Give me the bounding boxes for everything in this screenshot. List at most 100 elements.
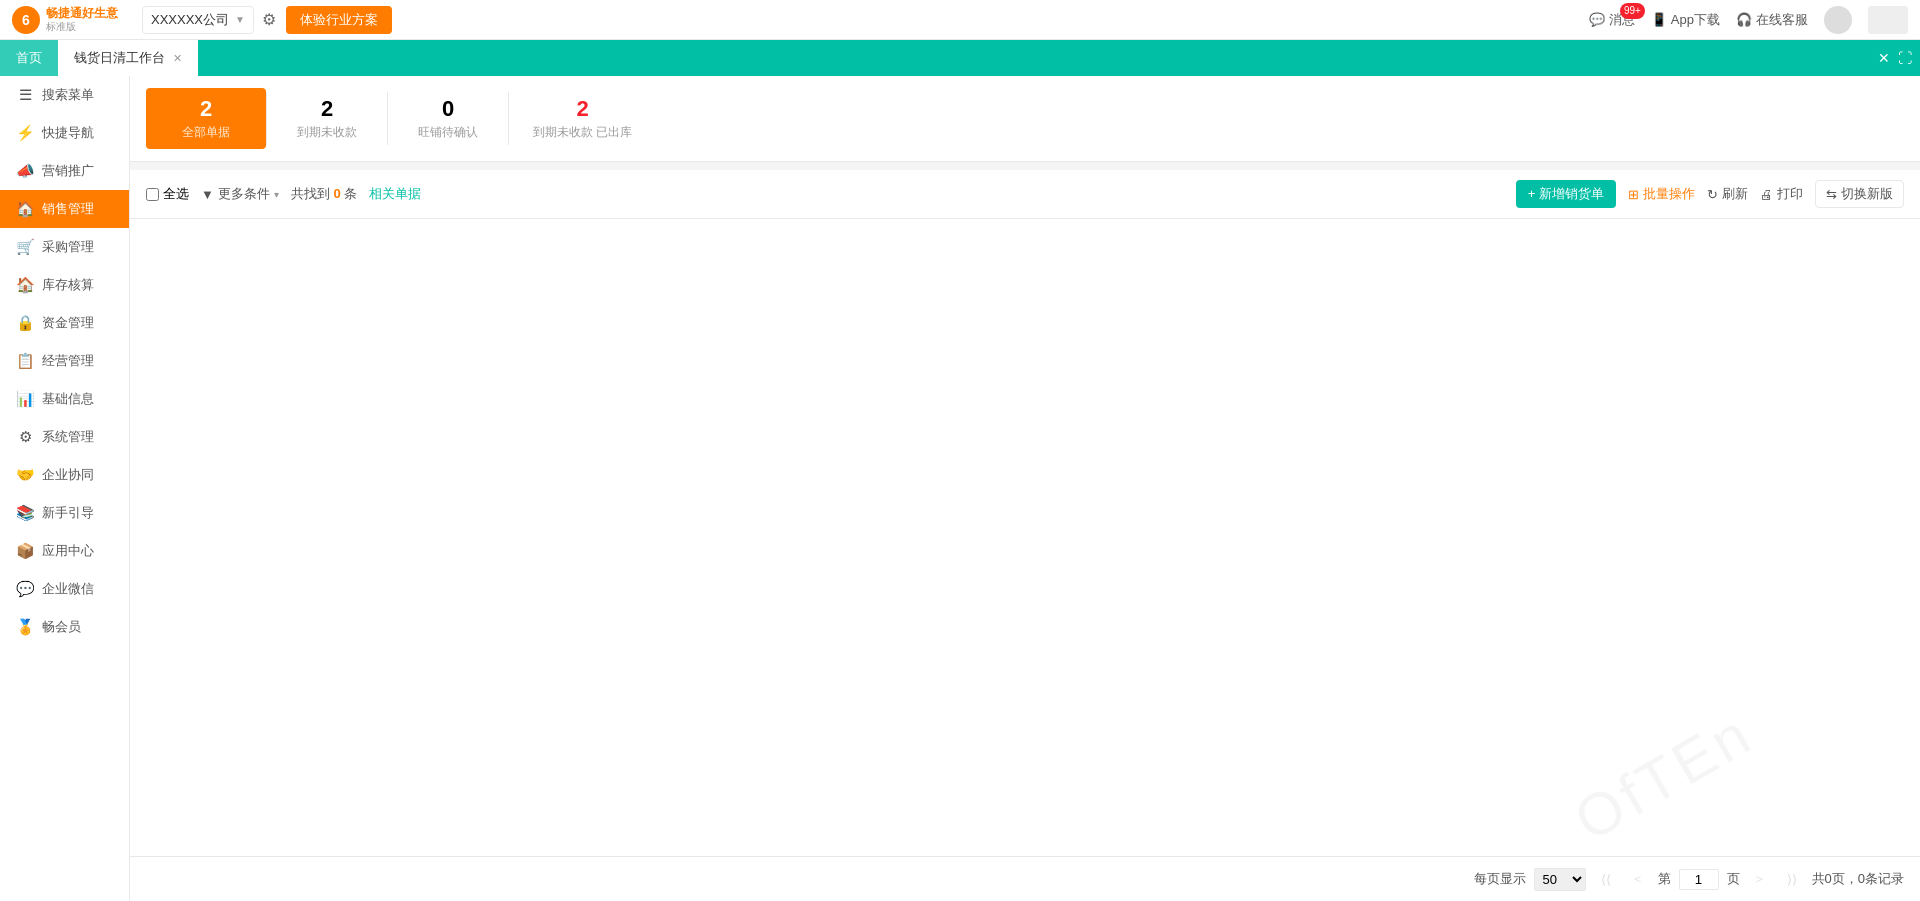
- user-menu[interactable]: [1868, 6, 1908, 34]
- inventory-icon: 🏠: [16, 276, 34, 294]
- company-selector[interactable]: XXXXXX公司 ▼: [142, 6, 254, 34]
- message-item[interactable]: 💬 消息 99+: [1589, 11, 1635, 29]
- stat-num-all: 2: [170, 96, 242, 122]
- member-icon: 🏅: [16, 618, 34, 636]
- stat-card-overdue[interactable]: 2 到期未收款: [267, 88, 387, 149]
- stat-card-all[interactable]: 2 全部单据: [146, 88, 266, 149]
- print-button[interactable]: 🖨 打印: [1760, 185, 1803, 203]
- next-page-button[interactable]: ＞: [1748, 867, 1772, 891]
- stat-label-shipped: 到期未收款 已出库: [533, 124, 632, 141]
- company-dropdown-arrow: ▼: [235, 14, 245, 25]
- sidebar-item-label-app-center: 应用中心: [42, 542, 94, 560]
- select-all-label[interactable]: 全选: [146, 185, 189, 203]
- cooperation-icon: 🤝: [16, 466, 34, 484]
- refresh-label: 刷新: [1722, 185, 1748, 203]
- sidebar-item-cooperation[interactable]: 🤝 企业协同: [0, 456, 129, 494]
- related-link[interactable]: 相关单据: [369, 185, 421, 203]
- sidebar-item-label-marketing: 营销推广: [42, 162, 94, 180]
- trial-button[interactable]: 体验行业方案: [286, 6, 392, 34]
- switch-icon: ⇆: [1826, 187, 1837, 202]
- purchase-icon: 🛒: [16, 238, 34, 256]
- logo-icon: 6: [12, 6, 40, 34]
- sidebar-item-system[interactable]: ⚙ 系统管理: [0, 418, 129, 456]
- sidebar-item-marketing[interactable]: 📣 营销推广: [0, 152, 129, 190]
- basic-info-icon: 📊: [16, 390, 34, 408]
- tab-home[interactable]: 首页: [0, 40, 58, 76]
- online-service-label: 在线客服: [1756, 11, 1808, 29]
- sidebar-item-operations[interactable]: 📋 经营管理: [0, 342, 129, 380]
- avatar[interactable]: [1824, 6, 1852, 34]
- sales-icon: 🏠: [16, 200, 34, 218]
- last-page-button[interactable]: ⟩⟩: [1780, 867, 1804, 891]
- count-value: 0: [334, 186, 341, 201]
- main-layout: ☰ 搜索菜单 ⚡ 快捷导航 📣 营销推广 🏠 销售管理 🛒 采购管理 🏠 库存核…: [0, 76, 1920, 901]
- count-prefix: 共找到: [291, 186, 330, 201]
- switch-label: 切换新版: [1841, 185, 1893, 203]
- first-page-button[interactable]: ⟨⟨: [1594, 867, 1618, 891]
- toolbar: 全选 ▼ 更多条件 ▾ 共找到 0 条 相关单据 + 新增销货单 ⊞ 批: [130, 170, 1920, 219]
- page-input[interactable]: [1679, 869, 1719, 890]
- sidebar-item-search-menu[interactable]: ☰ 搜索菜单: [0, 76, 129, 114]
- sidebar-item-enterprise-wechat[interactable]: 💬 企业微信: [0, 570, 129, 608]
- stat-card-pending[interactable]: 0 旺铺待确认: [388, 88, 508, 149]
- sidebar-item-member[interactable]: 🏅 畅会员: [0, 608, 129, 646]
- logo-area: 6 畅捷通好生意 标准版: [12, 6, 142, 34]
- select-all-checkbox[interactable]: [146, 188, 159, 201]
- online-service-item[interactable]: 🎧 在线客服: [1736, 11, 1808, 29]
- batch-operate-button[interactable]: ⊞ 批量操作: [1628, 185, 1695, 203]
- switch-version-button[interactable]: ⇆ 切换新版: [1815, 180, 1904, 208]
- tab-qianhuoriqing[interactable]: 钱货日清工作台 ✕: [58, 40, 198, 76]
- sidebar-item-quick-nav[interactable]: ⚡ 快捷导航: [0, 114, 129, 152]
- sidebar: ☰ 搜索菜单 ⚡ 快捷导航 📣 营销推广 🏠 销售管理 🛒 采购管理 🏠 库存核…: [0, 76, 130, 901]
- stat-label-all: 全部单据: [170, 124, 242, 141]
- sidebar-item-sales[interactable]: 🏠 销售管理: [0, 190, 129, 228]
- per-page-label: 每页显示: [1474, 870, 1526, 888]
- sidebar-item-label-guide: 新手引导: [42, 504, 94, 522]
- stat-num-pending: 0: [412, 96, 484, 122]
- filter-button[interactable]: ▼ 更多条件 ▾: [201, 185, 279, 203]
- sidebar-item-label-search-menu: 搜索菜单: [42, 86, 94, 104]
- print-label: 打印: [1777, 185, 1803, 203]
- stats-bar: 2 全部单据 2 到期未收款 0 旺铺待确认 2 到期未收款 已出库: [130, 76, 1920, 162]
- refresh-button[interactable]: ↻ 刷新: [1707, 185, 1748, 203]
- message-badge: 99+: [1620, 3, 1645, 19]
- sidebar-item-app-center[interactable]: 📦 应用中心: [0, 532, 129, 570]
- sidebar-item-label-cooperation: 企业协同: [42, 466, 94, 484]
- app-download-item[interactable]: 📱 App下载: [1651, 11, 1720, 29]
- sidebar-item-basic-info[interactable]: 📊 基础信息: [0, 380, 129, 418]
- app-center-icon: 📦: [16, 542, 34, 560]
- message-icon: 💬: [1589, 12, 1605, 27]
- app-download-icon: 📱: [1651, 12, 1667, 27]
- filter-icon: ▼: [201, 187, 214, 202]
- tab-close-icon[interactable]: ✕: [173, 52, 182, 65]
- pagination: 每页显示 50 100 200 ⟨⟨ ＜ 第 页 ＞ ⟩⟩ 共0页，0条记录: [130, 856, 1920, 901]
- new-sale-button[interactable]: + 新增销货单: [1516, 180, 1616, 208]
- sidebar-item-label-purchase: 采购管理: [42, 238, 94, 256]
- prev-page-button[interactable]: ＜: [1626, 867, 1650, 891]
- sidebar-item-label-finance: 资金管理: [42, 314, 94, 332]
- tab-qianhuoriqing-label: 钱货日清工作台: [74, 49, 165, 67]
- nav-minimize-icon[interactable]: ✕: [1878, 50, 1890, 66]
- sidebar-item-label-inventory: 库存核算: [42, 276, 94, 294]
- sidebar-item-guide[interactable]: 📚 新手引导: [0, 494, 129, 532]
- sidebar-item-label-sales: 销售管理: [42, 200, 94, 218]
- stat-label-overdue: 到期未收款: [291, 124, 363, 141]
- stat-label-pending: 旺铺待确认: [412, 124, 484, 141]
- sidebar-item-label-operations: 经营管理: [42, 352, 94, 370]
- stat-card-shipped[interactable]: 2 到期未收款 已出库: [509, 88, 656, 149]
- logo-main: 畅捷通好生意: [46, 6, 118, 20]
- page-size-select[interactable]: 50 100 200: [1534, 868, 1586, 891]
- quick-nav-icon: ⚡: [16, 124, 34, 142]
- settings-icon[interactable]: ⚙: [262, 10, 276, 29]
- nav-tabs: 首页 钱货日清工作台 ✕ ✕ ⛶: [0, 40, 1920, 76]
- nav-maximize-icon[interactable]: ⛶: [1898, 50, 1912, 66]
- search-menu-icon: ☰: [16, 86, 34, 104]
- sidebar-item-finance[interactable]: 🔒 资金管理: [0, 304, 129, 342]
- batch-label: 批量操作: [1643, 185, 1695, 203]
- sidebar-item-inventory[interactable]: 🏠 库存核算: [0, 266, 129, 304]
- page-label-pre: 第: [1658, 870, 1671, 888]
- sidebar-item-label-basic-info: 基础信息: [42, 390, 94, 408]
- enterprise-wechat-icon: 💬: [16, 580, 34, 598]
- system-icon: ⚙: [16, 428, 34, 446]
- sidebar-item-purchase[interactable]: 🛒 采购管理: [0, 228, 129, 266]
